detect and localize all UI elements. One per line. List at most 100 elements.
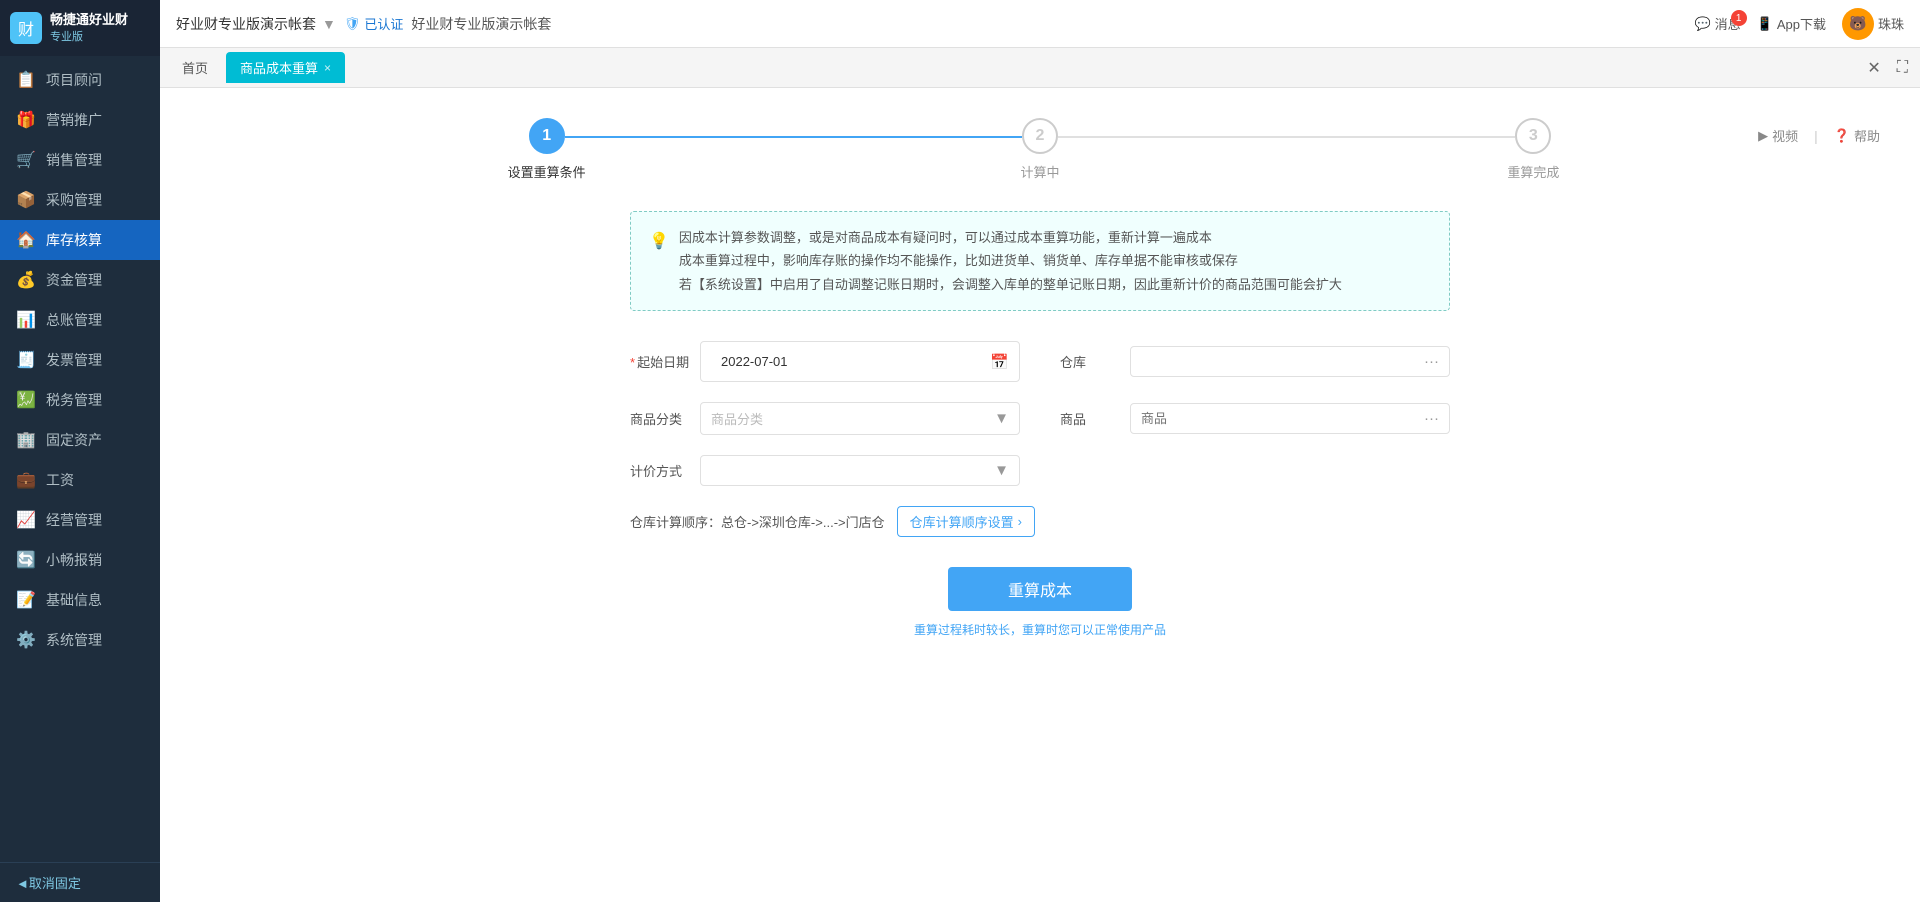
video-label: 视频	[1772, 126, 1798, 145]
nav-label-system: 系统管理	[46, 630, 102, 650]
start-date-input-wrapper[interactable]: 📅	[700, 341, 1020, 382]
sidebar-item-operations[interactable]: 📈 经营管理	[0, 500, 160, 540]
close-window-icon[interactable]: ✕	[1863, 54, 1884, 82]
nav-label-purchase: 采购管理	[46, 190, 102, 210]
helper-actions: ▶ 视频 | ❓ 帮助	[1758, 126, 1880, 145]
step-2-line	[1058, 136, 1515, 138]
tab-close-icon[interactable]: ×	[324, 61, 331, 75]
info-box: 💡 因成本计算参数调整，或是对商品成本有疑问时，可以通过成本重算功能，重新计算一…	[630, 211, 1450, 311]
sidebar-item-basic[interactable]: 📝基础信息	[0, 580, 160, 620]
verified-badge: 🛡 已认证	[344, 14, 404, 33]
chevron-right-icon: ›	[1018, 514, 1022, 529]
nav-label-finance: 资金管理	[46, 270, 102, 290]
message-button[interactable]: 💬 消息 1	[1694, 14, 1740, 33]
nav-icon-marketing: 🎁	[16, 110, 36, 130]
user-name: 珠珠	[1878, 14, 1904, 33]
step-2: 2 计算中	[793, 118, 1286, 181]
pricing-select[interactable]: ▼	[700, 455, 1020, 486]
category-placeholder: 商品分类	[711, 409, 763, 428]
sidebar-item-assets[interactable]: 🏢 固定资产	[0, 420, 160, 460]
sidebar-item-expense[interactable]: 🔄 小畅报销	[0, 540, 160, 580]
app-download-button[interactable]: 📱 App下载	[1757, 14, 1826, 33]
app-logo-icon: 财	[10, 12, 42, 44]
sidebar-item-finance[interactable]: 💰资金管理	[0, 260, 160, 300]
tab-home[interactable]: 首页	[168, 52, 222, 83]
calendar-icon[interactable]: 📅	[990, 353, 1009, 371]
sidebar-item-sales[interactable]: 🛒 销售管理	[0, 140, 160, 180]
nav-label-accounting: 总账管理	[46, 310, 102, 330]
warehouse-input-wrapper[interactable]: ···	[1130, 346, 1450, 377]
nav-icon-salary: 💼	[16, 470, 36, 490]
pricing-group: 计价方式 ▼	[630, 455, 1020, 486]
account-dropdown-icon[interactable]: ▼	[322, 16, 336, 32]
nav-label-marketing: 营销推广	[46, 110, 102, 130]
sidebar-item-tax[interactable]: 💹税务管理	[0, 380, 160, 420]
nav-icon-expense: 🔄	[16, 550, 36, 570]
verified-label: 已认证	[364, 14, 403, 33]
play-icon: ▶	[1758, 128, 1768, 144]
nav-icon-invoice: 🧾	[16, 350, 36, 370]
nav-icon-tax: 💹	[16, 390, 36, 410]
sidebar-footer-unpin[interactable]: ◄取消固定	[0, 862, 160, 902]
main-content: 1 设置重算条件 2 计算中 3 重算完成 ▶ 视频 | ❓	[160, 88, 1920, 902]
sidebar-item-salary[interactable]: 💼工资	[0, 460, 160, 500]
sidebar-nav: 📋项目顾问 🎁 营销推广 🛒 销售管理 📦采购管理🏠库存核算💰资金管理📊总账管理 🧾 发票管理…	[0, 56, 160, 862]
goods-more-icon[interactable]: ···	[1424, 410, 1439, 427]
shield-icon: 🛡	[344, 16, 361, 32]
nav-icon-operations: 📈	[16, 510, 36, 530]
sidebar-item-accounting[interactable]: 📊总账管理	[0, 300, 160, 340]
start-date-input[interactable]	[711, 348, 984, 375]
category-label: 商品分类	[630, 409, 690, 428]
message-icon: 💬	[1694, 16, 1710, 32]
goods-input[interactable]	[1141, 411, 1418, 426]
user-avatar-button[interactable]: 🐻 珠珠	[1842, 8, 1904, 40]
step-1-line	[565, 136, 1022, 138]
category-select[interactable]: 商品分类 ▼	[700, 402, 1020, 435]
topbar-actions: 💬 消息 1 📱 App下载 🐻 珠珠	[1694, 8, 1904, 40]
nav-icon-sales: 🛒	[16, 150, 36, 170]
phone-icon: 📱	[1757, 16, 1773, 32]
nav-label-inventory: 库存核算	[46, 230, 102, 250]
nav-label-expense: 小畅报销	[46, 550, 102, 570]
tabbar: 首页 商品成本重算 × ✕ ⛶	[160, 48, 1920, 88]
topbar: 好业财专业版演示帐套 ▼ 🛡 已认证 好业财专业版演示帐套 💬 消息 1 📱 A…	[160, 0, 1920, 48]
sidebar-item-project[interactable]: 📋项目顾问	[0, 60, 160, 100]
category-dropdown-icon: ▼	[994, 410, 1009, 427]
step-3: 3 重算完成	[1287, 118, 1780, 181]
submit-area: 重算成本 重算过程耗时较长，重算时您可以正常使用产品	[630, 567, 1450, 638]
nav-icon-assets: 🏢	[16, 430, 36, 450]
step-1: 1 设置重算条件	[300, 118, 793, 181]
account-selector[interactable]: 好业财专业版演示帐套 ▼	[176, 14, 336, 34]
sidebar-item-purchase[interactable]: 📦采购管理	[0, 180, 160, 220]
sidebar-item-marketing[interactable]: 🎁 营销推广	[0, 100, 160, 140]
warehouse-label: 仓库	[1060, 352, 1120, 371]
warehouse-input[interactable]	[1141, 354, 1418, 369]
step-2-label: 计算中	[1020, 162, 1059, 181]
nav-label-sales: 销售管理	[46, 150, 102, 170]
nav-label-operations: 经营管理	[46, 510, 102, 530]
goods-group: 商品 ···	[1060, 403, 1450, 434]
nav-icon-project: 📋	[16, 70, 36, 90]
sidebar-item-system[interactable]: ⚙️ 系统管理	[0, 620, 160, 660]
recalculate-button[interactable]: 重算成本	[948, 567, 1132, 611]
expand-icon[interactable]: ⛶	[1893, 55, 1912, 81]
form-row-3: 计价方式 ▼	[630, 455, 1450, 486]
nav-label-assets: 固定资产	[46, 430, 102, 450]
tab-cost-recalc[interactable]: 商品成本重算 ×	[226, 52, 345, 83]
video-link[interactable]: ▶ 视频	[1758, 126, 1798, 145]
info-line-3: 若【系统设置】中启用了自动调整记账日期时，会调整入库单的整单记账日期，因此重新计…	[679, 273, 1342, 296]
nav-label-invoice: 发票管理	[46, 350, 102, 370]
goods-input-wrapper[interactable]: ···	[1130, 403, 1450, 434]
nav-icon-system: ⚙️	[16, 630, 36, 650]
help-link[interactable]: ❓ 帮助	[1834, 126, 1880, 145]
notification-badge: 1	[1731, 10, 1747, 26]
warehouse-more-icon[interactable]: ···	[1424, 353, 1439, 370]
sidebar-item-invoice[interactable]: 🧾 发票管理	[0, 340, 160, 380]
warehouse-order-settings-button[interactable]: 仓库计算顺序设置 ›	[897, 506, 1035, 537]
form-row-2: 商品分类 商品分类 ▼ 商品 ···	[630, 402, 1450, 435]
start-date-label: *起始日期	[630, 352, 690, 371]
step-3-label: 重算完成	[1507, 162, 1559, 181]
sidebar-header: 财 畅捷通好业财 专业版	[0, 0, 160, 56]
step-3-circle: 3	[1515, 118, 1551, 154]
sidebar-item-inventory[interactable]: 🏠库存核算	[0, 220, 160, 260]
